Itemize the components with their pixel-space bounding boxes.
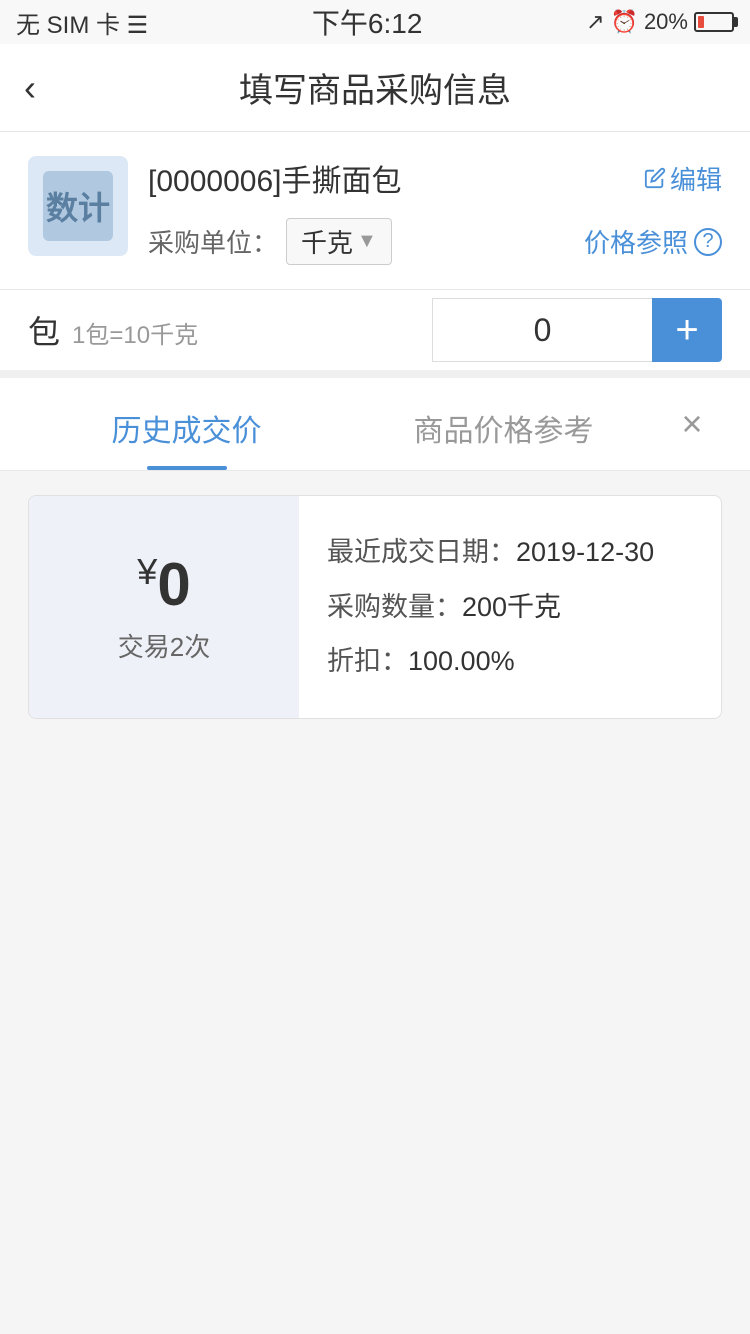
price-value: 0 xyxy=(157,551,190,618)
price-symbol: ¥ xyxy=(137,551,157,592)
unit-label: 采购单位： xyxy=(148,223,278,260)
transaction-quantity-row: 采购数量：200千克 xyxy=(327,587,693,628)
tabs-section: 历史成交价 商品价格参考 × xyxy=(0,378,750,471)
edit-label: 编辑 xyxy=(670,160,722,197)
product-card: 数计 [0000006]手撕面包 编辑 采购单位： 千克 ▼ xyxy=(0,132,750,290)
transaction-details: 最近成交日期：2019-12-30 采购数量：200千克 折扣：100.00% xyxy=(299,496,721,718)
transaction-price-section: ¥0 交易2次 xyxy=(29,496,299,718)
transaction-discount-row: 折扣：100.00% xyxy=(327,641,693,682)
edit-button[interactable]: 编辑 xyxy=(644,160,722,197)
date-value: 2019-12-30 xyxy=(516,537,654,567)
tab-history-price[interactable]: 历史成交价 xyxy=(28,378,345,470)
product-top: 数计 [0000006]手撕面包 编辑 采购单位： 千克 ▼ xyxy=(28,156,722,265)
unit-value: 千克 xyxy=(301,223,353,260)
status-right: ↗ ⏰ 20% xyxy=(586,9,734,35)
quantity-input[interactable] xyxy=(432,298,652,362)
tabs-close-button[interactable]: × xyxy=(662,394,722,454)
tab-price-ref[interactable]: 商品价格参考 xyxy=(345,378,662,470)
quantity-plus-button[interactable]: + xyxy=(652,298,722,362)
transaction-card: ¥0 交易2次 最近成交日期：2019-12-30 采购数量：200千克 折扣：… xyxy=(28,495,722,719)
purchase-qty-value: 200千克 xyxy=(462,592,561,622)
quantity-label-group: 包 1包=10千克 xyxy=(28,307,198,353)
product-name-row: [0000006]手撕面包 编辑 xyxy=(148,156,722,200)
transaction-price: ¥0 xyxy=(137,550,190,619)
quantity-main-label: 包 xyxy=(28,307,60,353)
price-ref-button[interactable]: 价格参照 ? xyxy=(584,223,722,260)
product-info: [0000006]手撕面包 编辑 采购单位： 千克 ▼ xyxy=(148,156,722,265)
discount-value: 100.00% xyxy=(408,646,515,676)
back-button[interactable]: ‹ xyxy=(24,67,36,109)
status-left: 无 SIM 卡 ☰ xyxy=(16,5,148,40)
price-ref-label: 价格参照 xyxy=(584,223,688,260)
unit-row: 采购单位： 千克 ▼ 价格参照 ? xyxy=(148,218,722,265)
edit-icon xyxy=(644,167,666,189)
tab-history-label: 历史成交价 xyxy=(112,415,262,448)
alarm-icon: ⏰ xyxy=(611,9,638,35)
battery-fill xyxy=(698,16,704,28)
nav-bar: ‹ 填写商品采购信息 xyxy=(0,44,750,132)
status-bar: 无 SIM 卡 ☰ 下午6:12 ↗ ⏰ 20% xyxy=(0,0,750,44)
transaction-date-row: 最近成交日期：2019-12-30 xyxy=(327,532,693,573)
purchase-qty-label: 采购数量： xyxy=(327,592,462,622)
sim-text: 无 SIM 卡 ☰ xyxy=(16,5,148,40)
product-logo-inner: 数计 xyxy=(43,171,113,241)
location-icon: ↗ xyxy=(586,9,604,35)
price-ref-icon: ? xyxy=(694,228,722,256)
battery-indicator xyxy=(694,12,734,32)
unit-selector[interactable]: 千克 ▼ xyxy=(286,218,392,265)
product-logo: 数计 xyxy=(28,156,128,256)
content-area: ¥0 交易2次 最近成交日期：2019-12-30 采购数量：200千克 折扣：… xyxy=(0,471,750,1071)
quantity-sub-label: 1包=10千克 xyxy=(72,315,198,350)
tab-price-ref-label: 商品价格参考 xyxy=(414,415,594,448)
transaction-count: 交易2次 xyxy=(118,627,210,664)
quantity-section: 包 1包=10千克 + xyxy=(0,290,750,378)
discount-label: 折扣： xyxy=(327,646,408,676)
date-label: 最近成交日期： xyxy=(327,537,516,567)
battery-percent: 20% xyxy=(644,9,688,35)
quantity-input-group: + xyxy=(432,298,722,362)
status-time: 下午6:12 xyxy=(312,2,423,42)
unit-arrow-icon: ▼ xyxy=(357,230,377,253)
product-name: [0000006]手撕面包 xyxy=(148,156,401,200)
page-title: 填写商品采购信息 xyxy=(239,63,511,112)
